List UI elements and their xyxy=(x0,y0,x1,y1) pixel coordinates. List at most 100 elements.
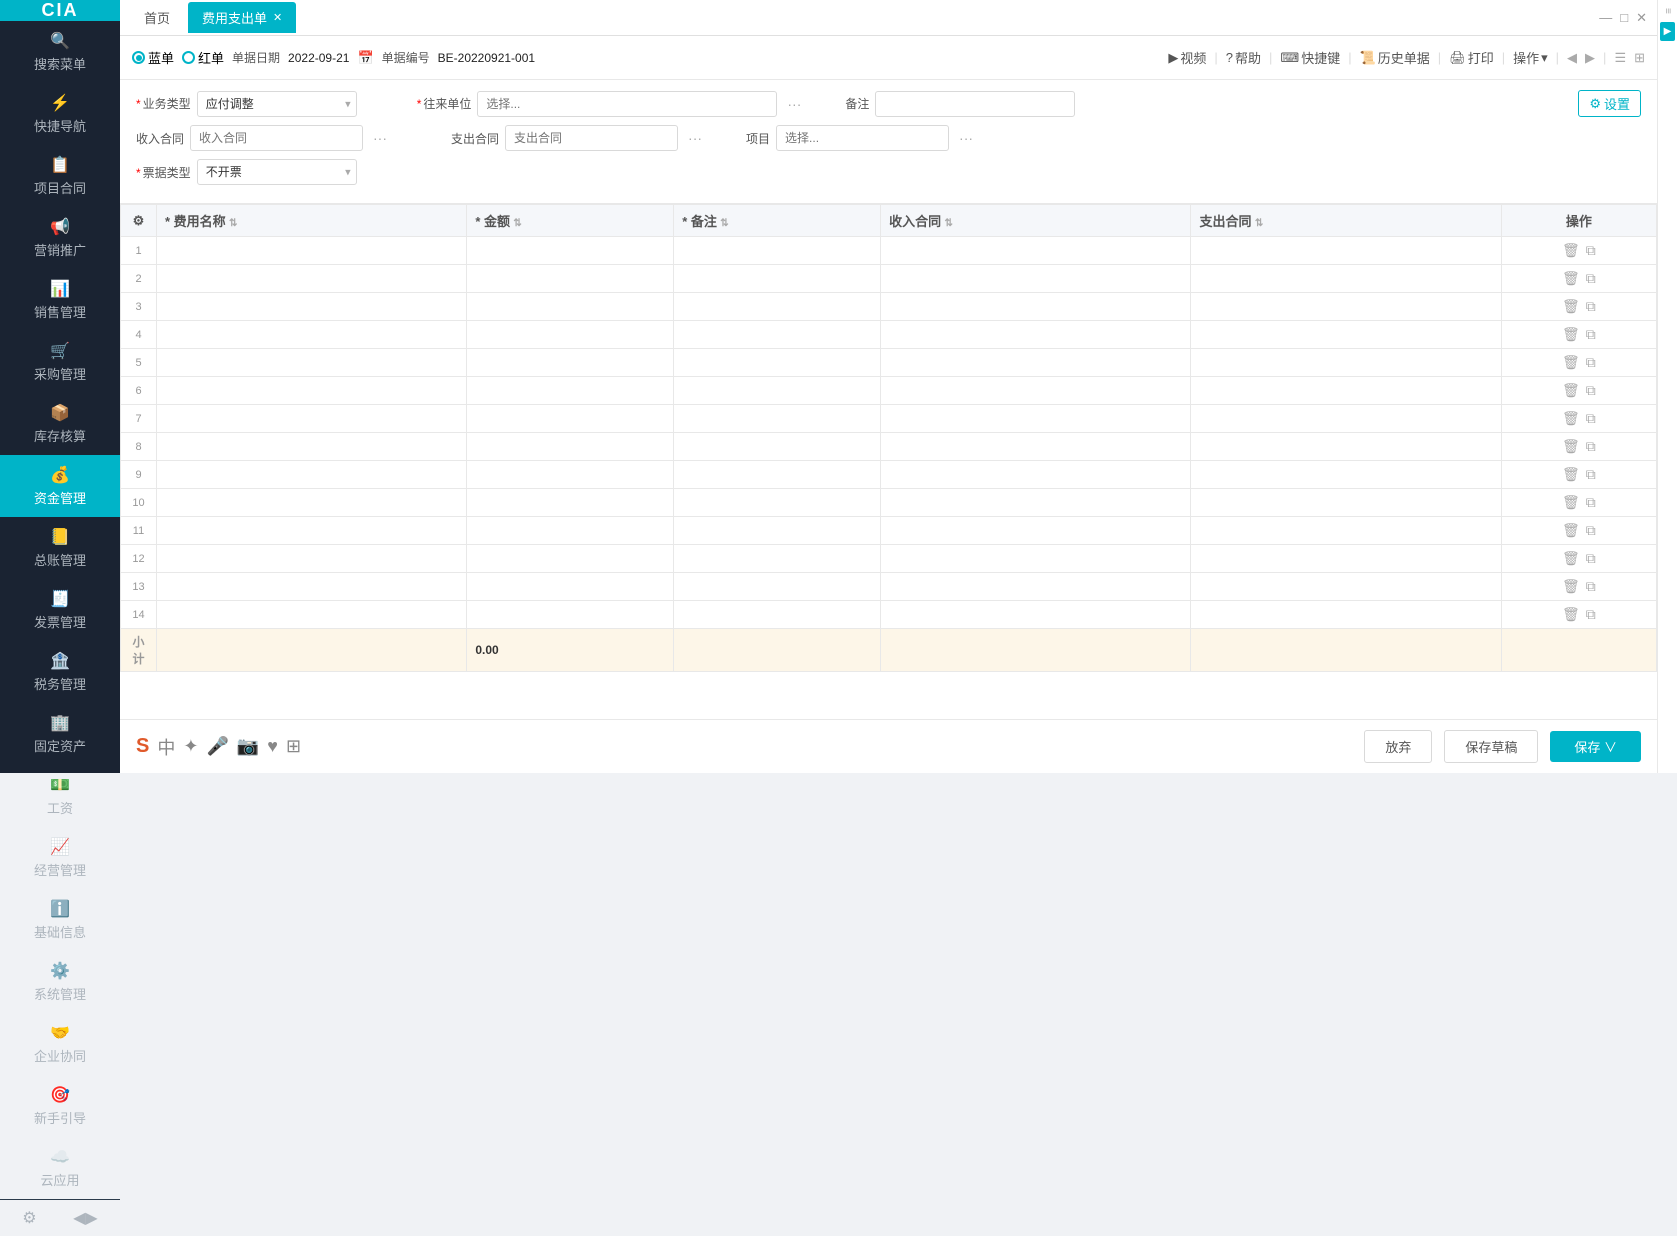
video-btn[interactable]: ▶ 视频 xyxy=(1168,48,1206,67)
print-btn[interactable]: 🖨 打印 xyxy=(1449,48,1494,67)
expense-contract-more-icon[interactable]: ··· xyxy=(684,130,706,146)
income-contract-input[interactable] xyxy=(190,125,363,151)
invoice-type-select[interactable]: 不开票 xyxy=(197,159,357,185)
col-amount-header[interactable]: * 金额 ⇅ xyxy=(467,205,674,237)
row-note[interactable] xyxy=(674,405,881,433)
sidebar-item-capital[interactable]: 💰 资金管理 xyxy=(0,455,120,517)
row-income-contract[interactable] xyxy=(881,265,1191,293)
row-income-contract[interactable] xyxy=(881,489,1191,517)
row-delete-icon[interactable]: 🗑 xyxy=(1562,494,1580,511)
nav-prev-icon[interactable]: ◀ xyxy=(1567,50,1577,66)
row-amount[interactable] xyxy=(467,265,674,293)
row-income-contract[interactable] xyxy=(881,545,1191,573)
right-edge-item-1[interactable]: ≡ xyxy=(1662,8,1673,14)
row-expense-name[interactable] xyxy=(157,349,467,377)
window-minimize-icon[interactable]: — xyxy=(1599,10,1612,25)
footer-icon-2[interactable]: ✦ xyxy=(183,736,198,757)
row-delete-icon[interactable]: 🗑 xyxy=(1562,466,1580,483)
sidebar-item-search[interactable]: 🔍 搜索菜单 xyxy=(0,21,120,83)
col-expense-header[interactable]: 支出合同 ⇅ xyxy=(1191,205,1501,237)
footer-icon-4[interactable]: 📷 xyxy=(237,736,259,757)
row-copy-icon[interactable]: ⧉ xyxy=(1586,466,1596,483)
row-expense-name[interactable] xyxy=(157,265,467,293)
radio-blue-label[interactable]: 蓝单 xyxy=(132,48,174,67)
row-income-contract[interactable] xyxy=(881,573,1191,601)
row-income-contract[interactable] xyxy=(881,461,1191,489)
row-amount[interactable] xyxy=(467,461,674,489)
row-expense-name[interactable] xyxy=(157,489,467,517)
settings-bottom-icon[interactable]: ⚙ xyxy=(22,1208,36,1228)
row-copy-icon[interactable]: ⧉ xyxy=(1586,298,1596,315)
history-btn[interactable]: 📜 历史单据 xyxy=(1360,48,1430,67)
tab-expense[interactable]: 费用支出单 ✕ xyxy=(188,2,296,33)
row-note[interactable] xyxy=(674,461,881,489)
row-amount[interactable] xyxy=(467,237,674,265)
sidebar-item-procurement[interactable]: 🛒 采购管理 xyxy=(0,331,120,393)
row-expense-name[interactable] xyxy=(157,461,467,489)
window-maximize-icon[interactable]: □ xyxy=(1620,10,1628,25)
sidebar-item-fixed-assets[interactable]: 🏢 固定资产 xyxy=(0,703,120,765)
sidebar-item-payroll[interactable]: 💵 工资 xyxy=(0,765,120,827)
row-income-contract[interactable] xyxy=(881,433,1191,461)
set-button[interactable]: ⚙ 设置 xyxy=(1578,90,1641,117)
sidebar-item-project[interactable]: 📋 项目合同 xyxy=(0,145,120,207)
row-income-contract[interactable] xyxy=(881,321,1191,349)
row-note[interactable] xyxy=(674,433,881,461)
project-input[interactable] xyxy=(776,125,949,151)
income-contract-more-icon[interactable]: ··· xyxy=(369,130,391,146)
row-delete-icon[interactable]: 🗑 xyxy=(1562,522,1580,539)
sidebar-item-marketing[interactable]: 📢 营销推广 xyxy=(0,207,120,269)
footer-icon-3[interactable]: 🎤 xyxy=(206,736,228,757)
row-delete-icon[interactable]: 🗑 xyxy=(1562,326,1580,343)
tab-close-icon[interactable]: ✕ xyxy=(273,11,282,24)
partner-input[interactable] xyxy=(477,91,777,117)
row-expense-name[interactable] xyxy=(157,237,467,265)
view-grid-icon[interactable]: ⊞ xyxy=(1634,50,1645,66)
row-expense-name[interactable] xyxy=(157,293,467,321)
project-more-icon[interactable]: ··· xyxy=(955,130,977,146)
row-note[interactable] xyxy=(674,349,881,377)
row-copy-icon[interactable]: ⧉ xyxy=(1586,410,1596,427)
row-expense-contract[interactable] xyxy=(1191,517,1501,545)
row-delete-icon[interactable]: 🗑 xyxy=(1562,606,1580,623)
row-note[interactable] xyxy=(674,545,881,573)
row-note[interactable] xyxy=(674,321,881,349)
row-expense-contract[interactable] xyxy=(1191,573,1501,601)
row-expense-contract[interactable] xyxy=(1191,601,1501,629)
row-expense-name[interactable] xyxy=(157,545,467,573)
sidebar-item-sales[interactable]: 📊 销售管理 xyxy=(0,269,120,331)
window-close-icon[interactable]: ✕ xyxy=(1636,10,1647,26)
sidebar-item-cloud[interactable]: ☁️ 云应用 xyxy=(0,1137,120,1199)
row-expense-name[interactable] xyxy=(157,517,467,545)
save-button[interactable]: 保存 ∨ xyxy=(1550,731,1641,762)
row-amount[interactable] xyxy=(467,433,674,461)
row-note[interactable] xyxy=(674,489,881,517)
row-income-contract[interactable] xyxy=(881,405,1191,433)
right-edge-item-2[interactable]: ▶ xyxy=(1660,22,1675,41)
row-amount[interactable] xyxy=(467,349,674,377)
footer-icon-6[interactable]: ⊞ xyxy=(286,736,301,757)
row-expense-name[interactable] xyxy=(157,321,467,349)
business-type-select[interactable]: 应付调整 xyxy=(197,91,357,117)
row-amount[interactable] xyxy=(467,517,674,545)
sidebar-item-inventory[interactable]: 📦 库存核算 xyxy=(0,393,120,455)
tab-home[interactable]: 首页 xyxy=(130,2,184,33)
row-income-contract[interactable] xyxy=(881,377,1191,405)
row-delete-icon[interactable]: 🗑 xyxy=(1562,410,1580,427)
row-expense-contract[interactable] xyxy=(1191,377,1501,405)
sidebar-item-tax[interactable]: 🏦 税务管理 xyxy=(0,641,120,703)
row-note[interactable] xyxy=(674,573,881,601)
row-amount[interactable] xyxy=(467,489,674,517)
col-settings-header[interactable]: ⚙ xyxy=(121,205,157,237)
row-copy-icon[interactable]: ⧉ xyxy=(1586,606,1596,623)
row-amount[interactable] xyxy=(467,601,674,629)
row-copy-icon[interactable]: ⧉ xyxy=(1586,354,1596,371)
row-amount[interactable] xyxy=(467,405,674,433)
row-income-contract[interactable] xyxy=(881,517,1191,545)
sidebar-item-invoice[interactable]: 🧾 发票管理 xyxy=(0,579,120,641)
row-copy-icon[interactable]: ⧉ xyxy=(1586,522,1596,539)
note-input[interactable] xyxy=(875,91,1075,117)
view-list-icon[interactable]: ☰ xyxy=(1614,50,1626,66)
footer-icon-5[interactable]: ♥ xyxy=(267,736,278,757)
row-copy-icon[interactable]: ⧉ xyxy=(1586,438,1596,455)
